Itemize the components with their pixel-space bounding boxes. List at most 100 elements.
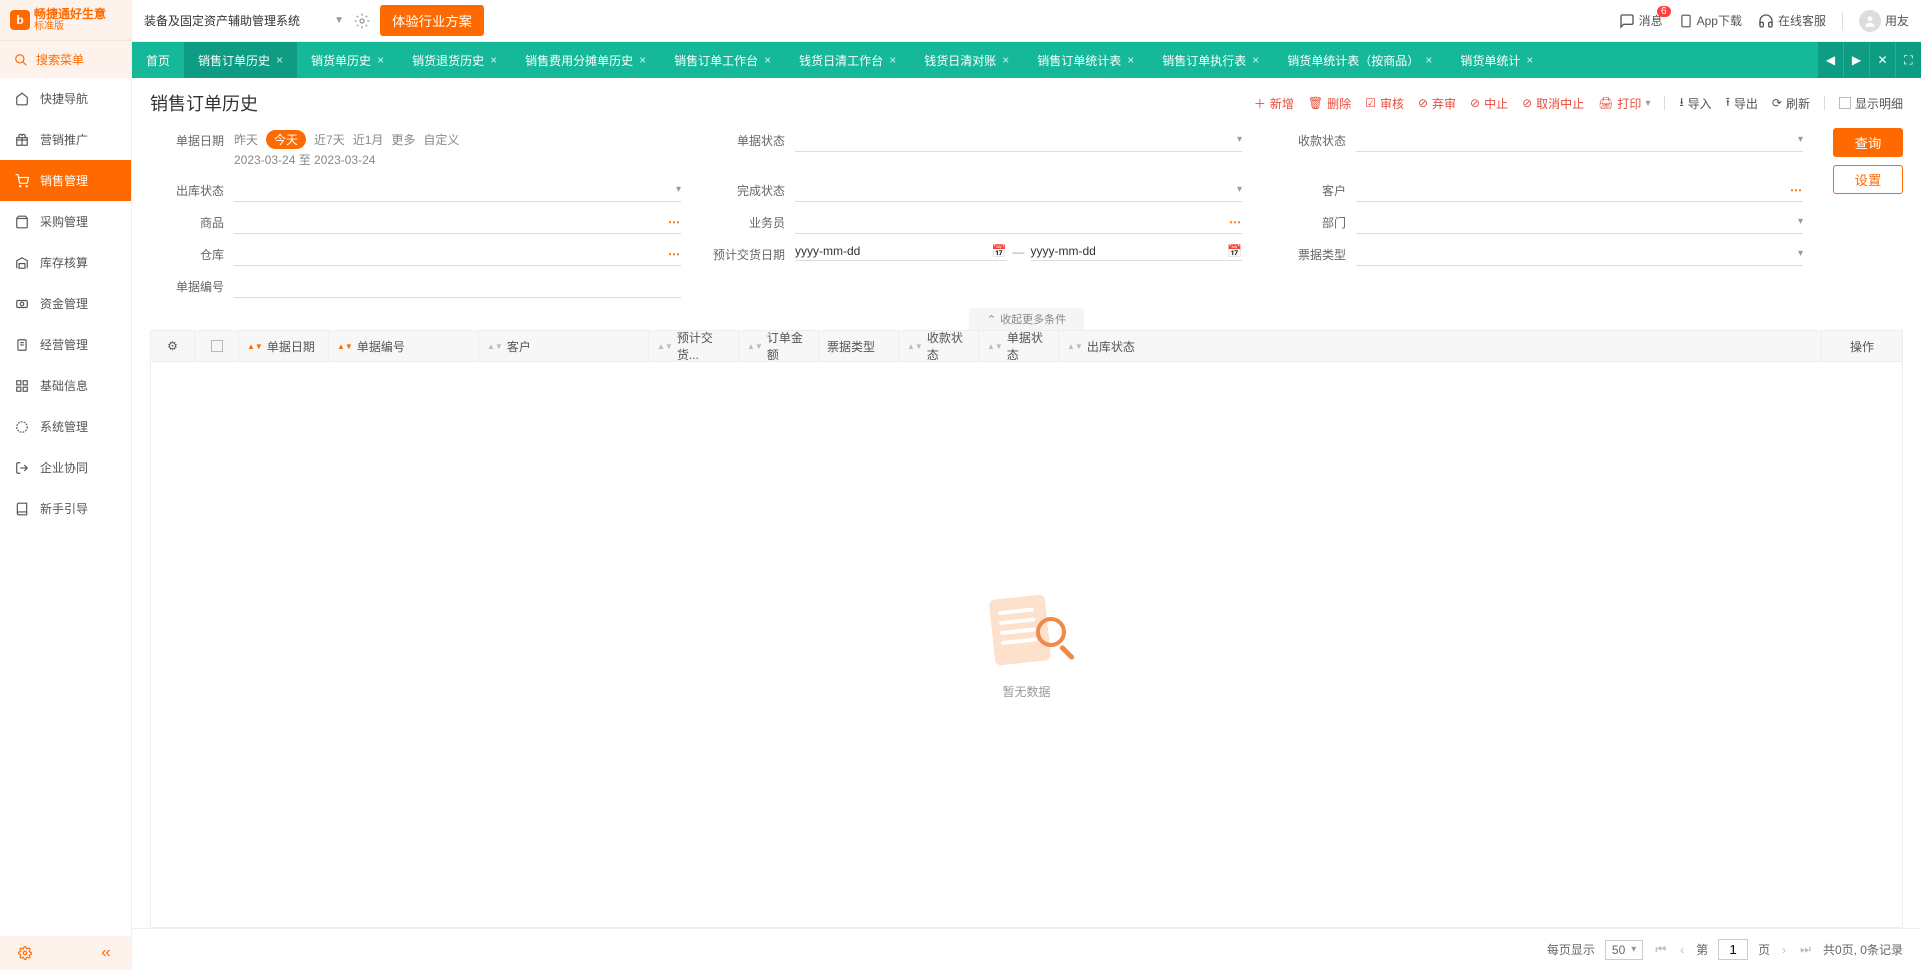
app-download-button[interactable]: App下载: [1679, 12, 1742, 29]
query-button[interactable]: 查询: [1833, 128, 1903, 157]
tabs-prev-button[interactable]: ◀: [1817, 42, 1843, 78]
date-chip-2[interactable]: 近7天: [314, 131, 345, 148]
audit-button[interactable]: ☑审核: [1365, 95, 1404, 112]
import-button[interactable]: ⭳导入: [1679, 93, 1711, 114]
tab-11[interactable]: 销货单统计×: [1446, 42, 1547, 78]
close-icon[interactable]: ×: [764, 53, 771, 67]
page-next-button[interactable]: ›: [1780, 943, 1788, 957]
filter-warehouse[interactable]: 仓库 ⋯: [150, 242, 681, 266]
tabs-fullscreen-button[interactable]: ⛶: [1895, 42, 1921, 78]
filter-product[interactable]: 商品 ⋯: [150, 210, 681, 234]
close-icon[interactable]: ×: [1127, 53, 1134, 67]
new-button[interactable]: ＋新增: [1254, 95, 1294, 112]
th-checkbox[interactable]: [195, 331, 239, 361]
show-detail-checkbox[interactable]: 显示明细: [1839, 95, 1903, 112]
th-bill-no[interactable]: ▲▼单据编号: [329, 331, 479, 361]
service-button[interactable]: 在线客服: [1758, 12, 1826, 29]
messages-button[interactable]: 消息 6: [1619, 12, 1663, 29]
date-chip-1[interactable]: 今天: [266, 130, 306, 149]
filter-salesman[interactable]: 业务员 ⋯: [711, 210, 1242, 234]
th-ticket-type[interactable]: 票据类型: [819, 331, 899, 361]
filter-ticket-type[interactable]: 票据类型 ▾: [1272, 242, 1803, 266]
tab-9[interactable]: 销售订单执行表×: [1148, 42, 1273, 78]
topbar-gear-icon[interactable]: [354, 13, 370, 29]
sidebar-item-10[interactable]: 新手引导: [0, 488, 131, 529]
tab-4[interactable]: 销售费用分摊单历史×: [511, 42, 660, 78]
delete-button[interactable]: 🗑删除: [1308, 95, 1351, 112]
sidebar-item-3[interactable]: 采购管理: [0, 201, 131, 242]
export-button[interactable]: ⭱导出: [1726, 93, 1758, 114]
tab-0[interactable]: 首页: [132, 42, 184, 78]
th-settings[interactable]: ⚙: [151, 331, 195, 361]
settings-button[interactable]: 设置: [1833, 165, 1903, 194]
filter-receipt-status[interactable]: 收款状态 ▾: [1272, 128, 1803, 152]
sidebar-item-9[interactable]: 企业协同: [0, 447, 131, 488]
plan-date-from[interactable]: yyyy-mm-dd📅: [795, 242, 1007, 261]
page-size-select[interactable]: 50 ▾: [1605, 940, 1643, 960]
user-menu[interactable]: 用友: [1859, 10, 1909, 32]
search-menu[interactable]: 搜索菜单: [0, 40, 131, 78]
page-prev-button[interactable]: ‹: [1678, 943, 1686, 957]
plan-date-to[interactable]: yyyy-mm-dd📅: [1031, 242, 1243, 261]
close-icon[interactable]: ×: [1002, 53, 1009, 67]
filter-customer[interactable]: 客户 ⋯: [1272, 178, 1803, 202]
footer-collapse-icon[interactable]: [99, 946, 113, 960]
sidebar-item-0[interactable]: 快捷导航: [0, 78, 131, 119]
print-button[interactable]: 🖨打印▾: [1598, 95, 1650, 112]
tabs-close-button[interactable]: ✕: [1869, 42, 1895, 78]
filter-bill-status[interactable]: 单据状态 ▾: [711, 128, 1242, 152]
filter-out-status[interactable]: 出库状态 ▾: [150, 178, 681, 202]
tab-5[interactable]: 销售订单工作台×: [660, 42, 785, 78]
close-icon[interactable]: ×: [1526, 53, 1533, 67]
refresh-button[interactable]: ⟳刷新: [1772, 95, 1810, 112]
tab-3[interactable]: 销货退货历史×: [398, 42, 511, 78]
close-icon[interactable]: ×: [490, 53, 497, 67]
unstop-icon: ⊘: [1522, 96, 1532, 110]
th-customer[interactable]: ▲▼客户: [479, 331, 649, 361]
close-icon[interactable]: ×: [1425, 53, 1432, 67]
tab-7[interactable]: 钱货日清对账×: [910, 42, 1023, 78]
tabs-next-button[interactable]: ▶: [1843, 42, 1869, 78]
page-last-button[interactable]: ⏭: [1798, 942, 1813, 957]
sidebar-item-8[interactable]: 系统管理: [0, 406, 131, 447]
tab-1[interactable]: 销售订单历史×: [184, 42, 297, 78]
stop-button[interactable]: ⊘中止: [1470, 95, 1508, 112]
th-receipt-status[interactable]: ▲▼收款状态: [899, 331, 979, 361]
sidebar-item-2[interactable]: 销售管理: [0, 160, 131, 201]
tab-8[interactable]: 销售订单统计表×: [1023, 42, 1148, 78]
discard-button[interactable]: ⊘弃审: [1418, 95, 1456, 112]
date-chip-3[interactable]: 近1月: [353, 131, 384, 148]
th-bill-status[interactable]: ▲▼单据状态: [979, 331, 1059, 361]
date-chip-0[interactable]: 昨天: [234, 131, 258, 148]
empty-state: 暂无数据: [151, 362, 1902, 927]
th-bill-date[interactable]: ▲▼单据日期: [239, 331, 329, 361]
close-icon[interactable]: ×: [377, 53, 384, 67]
collapse-filters-button[interactable]: ⌃ 收起更多条件: [969, 308, 1084, 330]
sidebar-item-6[interactable]: 经营管理: [0, 324, 131, 365]
footer-gear-icon[interactable]: [18, 946, 32, 960]
unstop-button[interactable]: ⊘取消中止: [1522, 95, 1584, 112]
th-plan-date[interactable]: ▲▼预计交货...: [649, 331, 739, 361]
date-chip-4[interactable]: 更多: [391, 131, 415, 148]
tab-2[interactable]: 销货单历史×: [297, 42, 398, 78]
date-chip-5[interactable]: 自定义: [423, 131, 459, 148]
tab-6[interactable]: 钱货日清工作台×: [785, 42, 910, 78]
close-icon[interactable]: ×: [1252, 53, 1259, 67]
th-amount[interactable]: ▲▼订单金额: [739, 331, 819, 361]
filter-finish-status[interactable]: 完成状态 ▾: [711, 178, 1242, 202]
filter-bill-no[interactable]: 单据编号: [150, 274, 681, 298]
sidebar-item-7[interactable]: 基础信息: [0, 365, 131, 406]
page-input[interactable]: [1718, 939, 1748, 960]
close-icon[interactable]: ×: [639, 53, 646, 67]
page-first-button[interactable]: ⏮: [1653, 942, 1668, 957]
sidebar-item-5[interactable]: 资金管理: [0, 283, 131, 324]
close-icon[interactable]: ×: [276, 53, 283, 67]
system-select[interactable]: 装备及固定资产辅助管理系统 ▼: [144, 12, 344, 29]
tab-10[interactable]: 销货单统计表（按商品）×: [1273, 42, 1446, 78]
close-icon[interactable]: ×: [889, 53, 896, 67]
sidebar-item-1[interactable]: 营销推广: [0, 119, 131, 160]
th-out-status[interactable]: ▲▼出库状态: [1059, 331, 1822, 361]
sidebar-item-4[interactable]: 库存核算: [0, 242, 131, 283]
industry-plan-button[interactable]: 体验行业方案: [380, 5, 484, 36]
filter-dept[interactable]: 部门 ▾: [1272, 210, 1803, 234]
